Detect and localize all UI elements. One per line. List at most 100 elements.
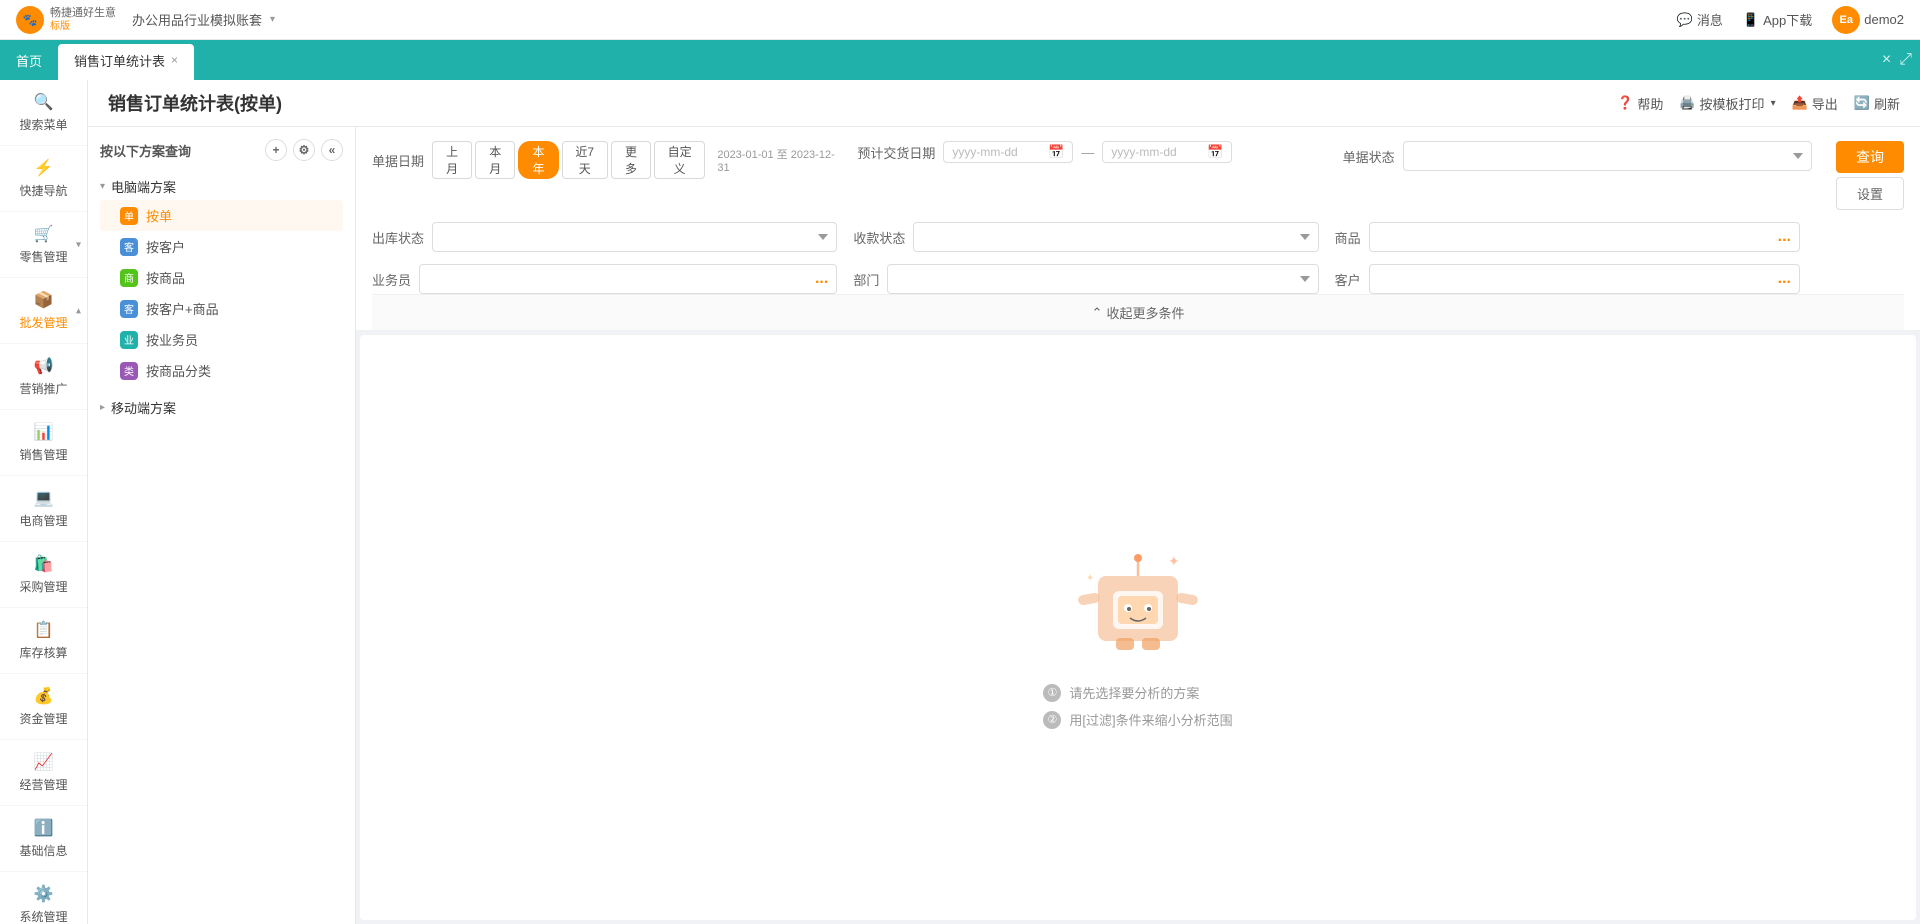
svg-text:✦: ✦ xyxy=(1086,573,1094,584)
filter-box: 单据日期 上月 本月 本年 近7天 更多 自定义 xyxy=(356,127,1920,331)
ecommerce-icon: 💻 xyxy=(34,488,54,508)
delivery-status-select[interactable] xyxy=(432,222,837,252)
delivery-status-group: 出库状态 xyxy=(372,222,837,252)
date-separator: — xyxy=(1081,145,1094,160)
customer-filter-group: 客户 ... xyxy=(1335,264,1800,294)
help-button[interactable]: ❓ 帮助 xyxy=(1617,94,1663,113)
shortcut-custom[interactable]: 自定义 xyxy=(654,141,705,179)
solution-group-pc: ▾ 电脑端方案 单 按单 客 按客户 xyxy=(100,173,343,386)
date-filter-label: 单据日期 xyxy=(372,151,424,170)
salesperson-input[interactable]: ... xyxy=(419,264,837,294)
expected-date-start[interactable]: yyyy-mm-dd 📅 xyxy=(943,141,1073,163)
purchase-icon: 🛍️ xyxy=(34,554,54,574)
sidebar-item-quick-nav[interactable]: ⚡ 快捷导航 xyxy=(0,146,87,212)
solution-item-by-goods[interactable]: 商 按商品 xyxy=(100,262,343,293)
shortcut-this-year[interactable]: 本年 xyxy=(518,141,558,179)
sidebar-item-marketing[interactable]: 📢 营销推广 xyxy=(0,344,87,410)
top-bar-right: 💬 消息 📱 App下载 Ea demo2 xyxy=(1677,6,1904,34)
pc-group-label: 电脑端方案 xyxy=(111,177,176,196)
wholesale-arrow: ▴ xyxy=(76,305,81,316)
tab-sales-order-stats[interactable]: 销售订单统计表 × xyxy=(58,44,194,80)
department-select[interactable] xyxy=(887,264,1318,294)
settings-solution-button[interactable]: ⚙ xyxy=(293,139,315,161)
goods-ellipsis-icon[interactable]: ... xyxy=(1778,228,1791,246)
solution-item-by-customer[interactable]: 客 按客户 xyxy=(100,231,343,262)
department-label: 部门 xyxy=(853,270,879,289)
sidebar-item-search[interactable]: 🔍 搜索菜单 xyxy=(0,80,87,146)
by-category-icon: 类 xyxy=(120,362,138,380)
salesperson-filter-group: 业务员 ... xyxy=(372,264,837,294)
payment-status-dropdown-wrapper xyxy=(913,222,1318,252)
solution-item-by-salesperson[interactable]: 业 按业务员 xyxy=(100,324,343,355)
solution-item-by-order[interactable]: 单 按单 xyxy=(100,200,343,231)
shortcut-more[interactable]: 更多 xyxy=(611,141,651,179)
filter-row-2: 出库状态 收款状态 xyxy=(372,222,1904,252)
salesperson-ellipsis-icon[interactable]: ... xyxy=(815,270,828,288)
by-customer-goods-icon: 客 xyxy=(120,300,138,318)
sidebar-item-system[interactable]: ⚙️ 系统管理 xyxy=(0,872,87,924)
app-title-dropdown[interactable]: ▾ xyxy=(270,14,275,25)
customer-ellipsis-icon[interactable]: ... xyxy=(1778,270,1791,288)
settings-button[interactable]: 设置 xyxy=(1836,177,1904,210)
sales-icon: 📊 xyxy=(34,422,54,442)
solution-panel-header: 按以下方案查询 + ⚙ « xyxy=(100,139,343,161)
help-icon: ❓ xyxy=(1617,95,1633,111)
user-profile[interactable]: Ea demo2 xyxy=(1832,6,1904,34)
main-content: 🔍 搜索菜单 ⚡ 快捷导航 🛒 零售管理 ▾ 📦 批发管理 ▴ 📢 营销推广 xyxy=(0,80,1920,924)
app-download-button[interactable]: 📱 App下载 xyxy=(1743,10,1812,29)
expected-date-end[interactable]: yyyy-mm-dd 📅 xyxy=(1102,141,1232,163)
solution-group-mobile-header[interactable]: ▸ 移动端方案 xyxy=(100,394,343,421)
collapse-icon: ⌃ xyxy=(1092,305,1103,321)
refresh-button[interactable]: 🔄 刷新 xyxy=(1854,94,1900,113)
sidebar-item-inventory[interactable]: 📋 库存核算 xyxy=(0,608,87,674)
department-filter-group: 部门 xyxy=(853,264,1318,294)
payment-status-select[interactable] xyxy=(913,222,1318,252)
goods-input[interactable]: ... xyxy=(1369,222,1800,252)
retail-arrow: ▾ xyxy=(76,239,81,250)
sidebar-item-purchase[interactable]: 🛍️ 采购管理 xyxy=(0,542,87,608)
shortcut-last-7-days[interactable]: 近7天 xyxy=(562,141,608,179)
solution-item-by-customer-goods[interactable]: 客 按客户+商品 xyxy=(100,293,343,324)
sidebar-item-retail[interactable]: 🛒 零售管理 ▾ xyxy=(0,212,87,278)
collapse-bar[interactable]: ⌃ 收起更多条件 xyxy=(372,294,1904,330)
by-customer-icon: 客 xyxy=(120,238,138,256)
solution-panel-actions: + ⚙ « xyxy=(265,139,343,161)
tab-bar: 首页 销售订单统计表 × × ⤢ xyxy=(0,40,1920,80)
tab-close-all-button[interactable]: × xyxy=(1882,51,1891,69)
message-button[interactable]: 💬 消息 xyxy=(1677,10,1723,29)
shortcut-last-month[interactable]: 上月 xyxy=(432,141,472,179)
sidebar-item-finance[interactable]: 💰 资金管理 xyxy=(0,674,87,740)
sidebar-item-wholesale[interactable]: 📦 批发管理 ▴ xyxy=(0,278,87,344)
sidebar-item-ecommerce[interactable]: 💻 电商管理 xyxy=(0,476,87,542)
empty-illustration: ✦ ✦ xyxy=(1068,526,1208,659)
status-select[interactable] xyxy=(1403,141,1812,171)
page-header: 销售订单统计表(按单) ❓ 帮助 🖨️ 按模板打印 ▾ 📤 xyxy=(88,80,1920,127)
department-dropdown-wrapper xyxy=(887,264,1318,294)
solution-item-by-category[interactable]: 类 按商品分类 xyxy=(100,355,343,386)
collapse-solution-button[interactable]: « xyxy=(321,139,343,161)
query-button[interactable]: 查询 xyxy=(1836,141,1904,173)
status-label: 单据状态 xyxy=(1343,147,1395,166)
add-solution-button[interactable]: + xyxy=(265,139,287,161)
export-button[interactable]: 📤 导出 xyxy=(1792,94,1838,113)
sidebar-item-sales[interactable]: 📊 销售管理 xyxy=(0,410,87,476)
shortcut-this-month[interactable]: 本月 xyxy=(475,141,515,179)
empty-illustration-svg: ✦ ✦ xyxy=(1068,526,1208,656)
result-area: ✦ ✦ ① 请先选择要分析的方案 ② xyxy=(360,335,1916,920)
template-print-button[interactable]: 🖨️ 按模板打印 ▾ xyxy=(1679,94,1775,113)
solution-group-pc-header[interactable]: ▾ 电脑端方案 xyxy=(100,173,343,200)
sidebar-item-basic-info[interactable]: ℹ️ 基础信息 xyxy=(0,806,87,872)
solution-panel: 按以下方案查询 + ⚙ « ▾ 电脑端方案 xyxy=(88,127,356,924)
template-print-arrow-icon: ▾ xyxy=(1771,98,1776,109)
quick-nav-icon: ⚡ xyxy=(34,158,54,178)
filter-row-1: 单据日期 上月 本月 本年 近7天 更多 自定义 xyxy=(372,141,1904,210)
mobile-group-arrow-icon: ▸ xyxy=(100,402,105,413)
customer-input[interactable]: ... xyxy=(1369,264,1800,294)
customer-label: 客户 xyxy=(1335,270,1361,289)
tab-maximize-button[interactable]: ⤢ xyxy=(1899,51,1912,69)
solution-items-pc: 单 按单 客 按客户 商 按商品 xyxy=(100,200,343,386)
wholesale-icon: 📦 xyxy=(34,290,54,310)
tab-close-button[interactable]: × xyxy=(171,53,178,67)
tab-home[interactable]: 首页 xyxy=(0,40,58,80)
sidebar-item-operation[interactable]: 📈 经营管理 xyxy=(0,740,87,806)
